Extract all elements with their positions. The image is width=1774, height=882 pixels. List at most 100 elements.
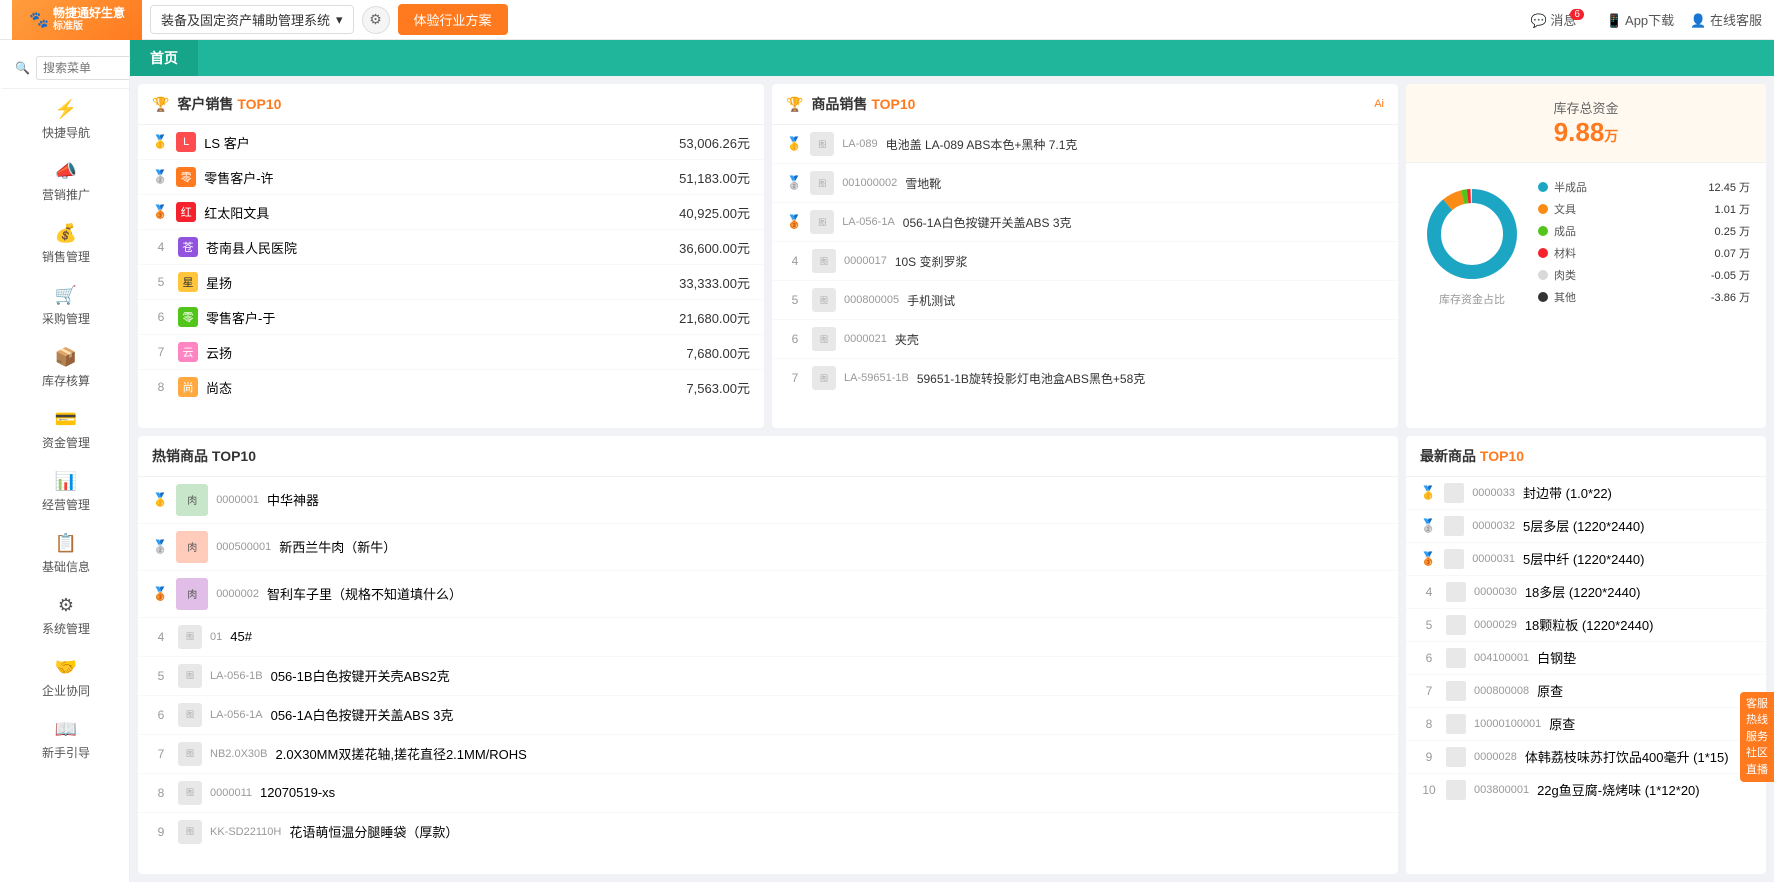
rank-num: 5	[152, 669, 170, 683]
stock-total-value: 9.88万	[1422, 117, 1750, 148]
dropdown-icon: ▾	[336, 12, 343, 28]
donut-svg	[1422, 184, 1522, 284]
legend-val: -0.05 万	[1711, 267, 1750, 283]
item-name: 苍南县人民医院	[206, 241, 297, 256]
item-info: 001000002 雪地靴	[842, 175, 1384, 192]
sidebar-item-finance[interactable]: 💳 资金管理	[0, 399, 129, 461]
medal-icon: 🥉	[1420, 551, 1436, 567]
item-code: 0000001	[216, 494, 259, 506]
item-img: 图	[812, 366, 836, 390]
rank-num: 7	[1420, 684, 1438, 698]
service-line5: 直播	[1746, 762, 1768, 779]
item-code: 0000032	[1472, 520, 1515, 532]
item-code: 000500001	[216, 541, 271, 553]
rank-num: 8	[152, 380, 170, 394]
operation-icon: 📊	[55, 471, 77, 492]
medal-icon: 🥉	[786, 214, 802, 230]
table-row: 9 图 KK-SD22110H 花语萌恒温分腿睡袋（厚款）	[138, 813, 1398, 851]
app-download[interactable]: 📱 App下载	[1606, 10, 1674, 29]
hot-products-card: 热销商品 TOP10 🥇 肉 0000001 中华神器 🥈 肉	[138, 436, 1398, 875]
tab-home[interactable]: 首页	[130, 40, 198, 76]
item-name: 18多层 (1220*2440)	[1525, 582, 1641, 601]
search-input[interactable]	[36, 56, 130, 80]
latest-img	[1444, 483, 1464, 503]
trophy-icon2: 🏆	[786, 96, 803, 113]
rank-badge: 红	[176, 202, 196, 222]
legend-dot	[1538, 182, 1548, 192]
sidebar-item-stock[interactable]: 📦 库存核算	[0, 337, 129, 399]
item-amount: 33,333.00元	[679, 273, 750, 292]
trial-button[interactable]: 体验行业方案	[398, 4, 508, 35]
legend-val: 0.25 万	[1715, 223, 1750, 239]
sidebar-search[interactable]: 🔍	[0, 48, 129, 89]
top-header: 🐾 畅捷通好生意 标准版 装备及固定资产辅助管理系统 ▾ ⚙ 体验行业方案 💬 …	[0, 0, 1774, 40]
float-service[interactable]: 客服 热线 服务 社区 直播	[1740, 692, 1774, 783]
message-area[interactable]: 💬 消息6	[1531, 10, 1590, 29]
stock-ratio-label: 库存资金占比	[1422, 291, 1522, 307]
medal-icon: 🥇	[152, 134, 168, 150]
sidebar-item-basic[interactable]: 📋 基础信息	[0, 523, 129, 585]
item-name: 5层多层 (1220*2440)	[1523, 516, 1644, 535]
table-row: 8 图 0000011 12070519-xs	[138, 774, 1398, 813]
rank-badge: 星	[178, 272, 198, 292]
legend-dot	[1538, 204, 1548, 214]
sidebar-item-purchase[interactable]: 🛒 采购管理	[0, 275, 129, 337]
rank-num: 5	[1420, 618, 1438, 632]
sidebar-item-coop[interactable]: 🤝 企业协同	[0, 647, 129, 709]
nav-icon: ⚡	[55, 99, 77, 120]
item-name: 红太阳文具	[204, 206, 269, 221]
item-amount: 21,680.00元	[679, 308, 750, 327]
gear-button[interactable]: ⚙	[362, 6, 390, 34]
item-amount: 51,183.00元	[679, 168, 750, 187]
legend-name: 文具	[1554, 201, 1709, 217]
sidebar-item-guide[interactable]: 📖 新手引导	[0, 709, 129, 771]
table-row: 6 零 零售客户-于 21,680.00元	[138, 300, 764, 335]
sidebar-item-nav[interactable]: ⚡ 快捷导航	[0, 89, 129, 151]
item-code: 0000029	[1474, 619, 1517, 631]
online-service[interactable]: 👤 在线客服	[1690, 10, 1762, 29]
sidebar-item-system[interactable]: ⚙ 系统管理	[0, 585, 129, 647]
medal-icon: 🥉	[152, 204, 168, 220]
item-name: 056-1A白色按键开关盖ABS 3克	[271, 705, 454, 724]
sidebar-label-sales: 销售管理	[42, 248, 90, 265]
item-code: 01	[210, 631, 222, 643]
table-row: 🥇 L LS 客户 53,006.26元	[138, 125, 764, 160]
stock-total-header: 库存总资金 9.88万	[1406, 84, 1766, 163]
latest-products-list: 🥇 0000033 封边带 (1.0*22) 🥈 0000032 5层多层 (1…	[1406, 477, 1766, 806]
sidebar-item-sales[interactable]: 💰 销售管理	[0, 213, 129, 275]
sidebar-item-marketing[interactable]: 📣 营销推广	[0, 151, 129, 213]
item-name: 2.0X30MM双搓花轴,搓花直径2.1MM/ROHS	[275, 744, 526, 763]
stock-legend: 半成品 12.45 万 文具 1.01 万 成品 0.25 万	[1538, 179, 1750, 311]
sidebar-label-nav: 快捷导航	[42, 124, 90, 141]
system-selector[interactable]: 装备及固定资产辅助管理系统 ▾	[150, 5, 354, 34]
basic-icon: 📋	[55, 533, 77, 554]
medal-icon: 🥇	[1420, 485, 1436, 501]
item-name: 056-1A白色按键开关盖ABS 3克	[903, 214, 1072, 231]
item-img: 图	[178, 625, 202, 649]
rank-num: 10	[1420, 783, 1438, 797]
item-info: 0000017 10S 变刹罗浆	[844, 253, 1384, 270]
item-name: 原查	[1537, 681, 1563, 700]
medal-icon: 🥉	[152, 586, 168, 602]
item-img: 图	[178, 742, 202, 766]
legend-val: -3.86 万	[1711, 289, 1750, 305]
sidebar-label-guide: 新手引导	[42, 744, 90, 761]
list-item: 7 000800008 原查	[1406, 675, 1766, 708]
service-line1: 客服	[1746, 696, 1768, 713]
item-code: 000800005	[844, 294, 899, 306]
logo-area: 🐾 畅捷通好生意 标准版	[12, 0, 142, 40]
table-row: 4 图 01 45#	[138, 618, 1398, 657]
item-name: LS 客户	[204, 136, 250, 151]
item-code: 000800008	[1474, 685, 1529, 697]
item-name: 零售客户-许	[204, 171, 273, 186]
item-name: 45#	[230, 629, 252, 644]
latest-img	[1446, 714, 1466, 734]
medal-icon: 🥇	[786, 136, 802, 152]
message-badge: 6	[1570, 9, 1584, 20]
sidebar-item-operation[interactable]: 📊 经营管理	[0, 461, 129, 523]
rank-num: 7	[152, 345, 170, 359]
latest-img	[1446, 615, 1466, 635]
legend-dot	[1538, 270, 1548, 280]
table-row: 🥇 肉 0000001 中华神器	[138, 477, 1398, 524]
customer-sales-card: 🏆 客户销售 TOP10 🥇 L LS 客户 53,006.26元	[138, 84, 764, 428]
